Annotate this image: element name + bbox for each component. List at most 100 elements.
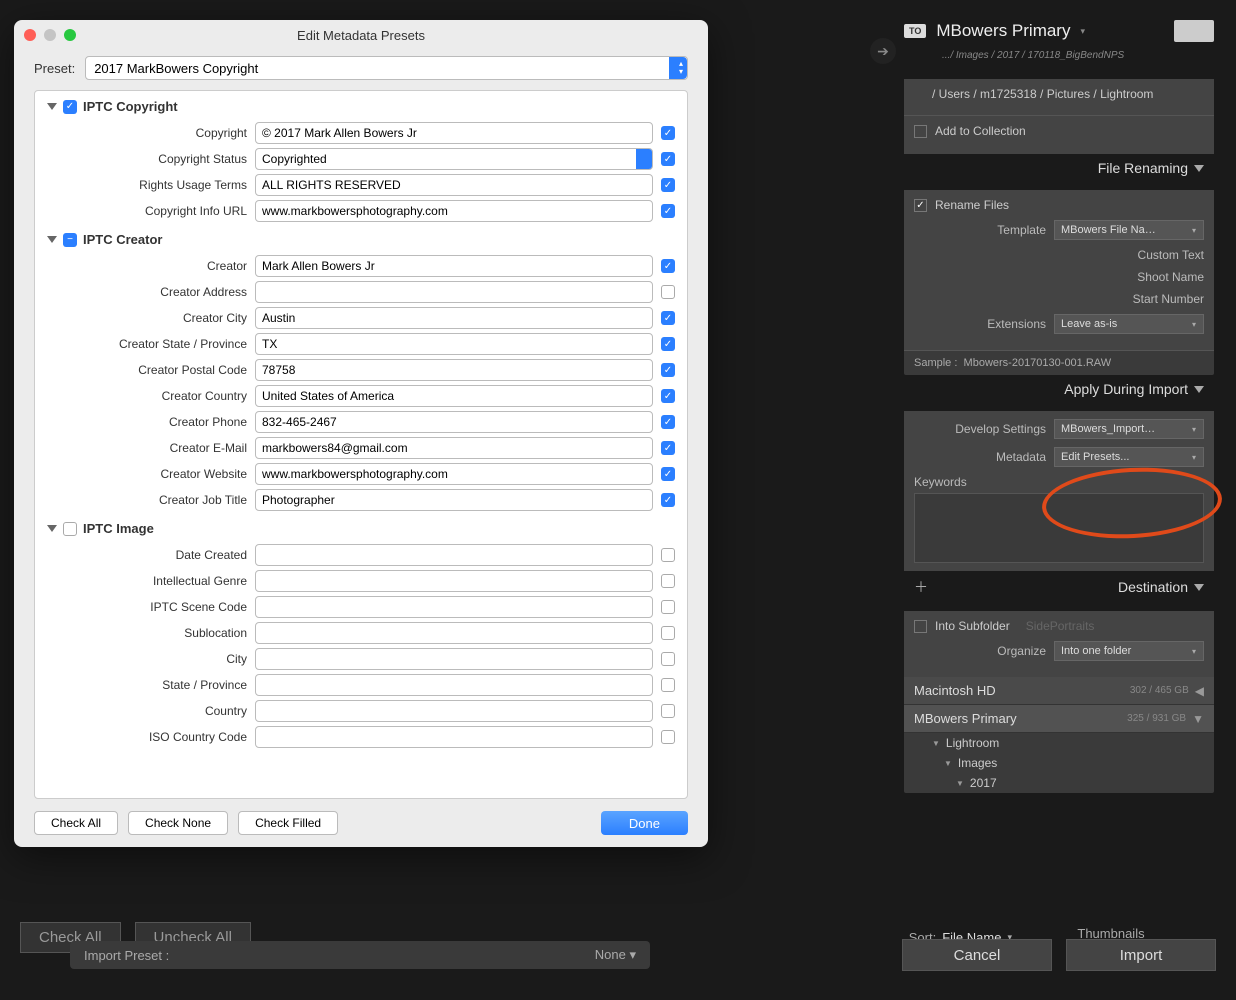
creator-postal-label: Creator Postal Code (47, 363, 247, 377)
section-checkbox-copyright[interactable]: ✓ (63, 100, 77, 114)
scene-code-input[interactable] (255, 596, 653, 618)
row-checkbox[interactable] (661, 730, 675, 744)
drive-row-macintosh[interactable]: Macintosh HD302 / 465 GB◀ (904, 677, 1214, 705)
creator-email-input[interactable] (255, 437, 653, 459)
creator-address-input[interactable] (255, 281, 653, 303)
row-checkbox[interactable] (661, 574, 675, 588)
arrow-indicator-icon: ➔ (870, 38, 896, 64)
destination-header[interactable]: ＋ Destination (904, 571, 1214, 603)
creator-country-label: Creator Country (47, 389, 247, 403)
city-input[interactable] (255, 648, 653, 670)
row-checkbox[interactable]: ✓ (661, 441, 675, 455)
row-checkbox[interactable]: ✓ (661, 311, 675, 325)
scene-code-label: IPTC Scene Code (47, 600, 247, 614)
check-all-button[interactable]: Check All (34, 811, 118, 835)
copyright-status-label: Copyright Status (47, 152, 247, 166)
row-checkbox[interactable] (661, 704, 675, 718)
check-filled-button[interactable]: Check Filled (238, 811, 338, 835)
row-checkbox[interactable]: ✓ (661, 337, 675, 351)
row-checkbox[interactable]: ✓ (661, 415, 675, 429)
metadata-dropdown[interactable]: Edit Presets... (1054, 447, 1204, 467)
copy-path: / Users / m1725318 / Pictures / Lightroo… (914, 87, 1204, 101)
row-checkbox[interactable]: ✓ (661, 178, 675, 192)
tree-item-2017[interactable]: ▼2017 (904, 773, 1214, 793)
row-checkbox[interactable]: ✓ (661, 467, 675, 481)
section-title-creator: IPTC Creator (83, 232, 162, 247)
sublocation-input[interactable] (255, 622, 653, 644)
row-checkbox[interactable]: ✓ (661, 363, 675, 377)
creator-address-label: Creator Address (47, 285, 247, 299)
file-renaming-header[interactable]: File Renaming (904, 154, 1214, 182)
row-checkbox[interactable] (661, 626, 675, 640)
row-checkbox[interactable]: ✓ (661, 126, 675, 140)
copyright-url-label: Copyright Info URL (47, 204, 247, 218)
row-checkbox[interactable] (661, 600, 675, 614)
creator-city-label: Creator City (47, 311, 247, 325)
row-checkbox[interactable]: ✓ (661, 259, 675, 273)
intellectual-genre-label: Intellectual Genre (47, 574, 247, 588)
drive-row-mbowers[interactable]: MBowers Primary325 / 931 GB▼ (904, 705, 1214, 733)
dropdown-icon[interactable]: ▾ (1080, 26, 1085, 37)
state-province-input[interactable] (255, 674, 653, 696)
intellectual-genre-input[interactable] (255, 570, 653, 592)
creator-website-input[interactable] (255, 463, 653, 485)
section-checkbox-image[interactable] (63, 522, 77, 536)
row-checkbox[interactable] (661, 652, 675, 666)
develop-settings-dropdown[interactable]: MBowers_Import… (1054, 419, 1204, 439)
cancel-button[interactable]: Cancel (902, 939, 1052, 971)
country-input[interactable] (255, 700, 653, 722)
tree-item-lightroom[interactable]: ▼Lightroom (904, 733, 1214, 753)
preset-select[interactable]: 2017 MarkBowers Copyright ▴▾ (85, 56, 688, 80)
keywords-input[interactable] (914, 493, 1204, 563)
creator-country-input[interactable] (255, 385, 653, 407)
disk-icon (1174, 20, 1214, 42)
iso-country-label: ISO Country Code (47, 730, 247, 744)
creator-phone-input[interactable] (255, 411, 653, 433)
plus-icon[interactable]: ＋ (914, 577, 928, 597)
disclosure-icon[interactable] (47, 525, 57, 532)
check-none-button[interactable]: Check None (128, 811, 228, 835)
destination-name[interactable]: MBowers Primary (936, 21, 1070, 41)
metadata-label: Metadata (996, 450, 1046, 464)
extensions-dropdown[interactable]: Leave as-is (1054, 314, 1204, 334)
add-collection-label: Add to Collection (935, 124, 1026, 138)
add-collection-checkbox[interactable] (914, 125, 927, 138)
section-title-image: IPTC Image (83, 521, 154, 536)
extensions-label: Extensions (987, 317, 1046, 331)
subfolder-value: SidePortraits (1026, 619, 1095, 633)
creator-input[interactable] (255, 255, 653, 277)
preset-label: Preset: (34, 61, 75, 76)
date-created-input[interactable] (255, 544, 653, 566)
creator-postal-input[interactable] (255, 359, 653, 381)
organize-dropdown[interactable]: Into one folder (1054, 641, 1204, 661)
row-checkbox[interactable] (661, 285, 675, 299)
apply-during-import-header[interactable]: Apply During Import (904, 375, 1214, 403)
rights-usage-input[interactable] (255, 174, 653, 196)
iso-country-input[interactable] (255, 726, 653, 748)
rename-files-checkbox[interactable] (914, 199, 927, 212)
tree-item-images[interactable]: ▼Images (904, 753, 1214, 773)
creator-city-input[interactable] (255, 307, 653, 329)
row-checkbox[interactable]: ✓ (661, 152, 675, 166)
import-button[interactable]: Import (1066, 939, 1216, 971)
done-button[interactable]: Done (601, 811, 688, 835)
disclosure-icon[interactable] (47, 103, 57, 110)
creator-state-input[interactable] (255, 333, 653, 355)
to-badge: TO (904, 24, 926, 38)
import-preset-dropdown[interactable]: Import Preset : None ▾ (70, 941, 650, 969)
into-subfolder-checkbox[interactable] (914, 620, 927, 633)
row-checkbox[interactable] (661, 548, 675, 562)
copyright-url-input[interactable] (255, 200, 653, 222)
section-checkbox-creator[interactable]: − (63, 233, 77, 247)
creator-job-input[interactable] (255, 489, 653, 511)
copyright-input[interactable] (255, 122, 653, 144)
row-checkbox[interactable]: ✓ (661, 493, 675, 507)
country-label: Country (47, 704, 247, 718)
template-dropdown[interactable]: MBowers File Na… (1054, 220, 1204, 240)
row-checkbox[interactable]: ✓ (661, 389, 675, 403)
row-checkbox[interactable]: ✓ (661, 204, 675, 218)
row-checkbox[interactable] (661, 678, 675, 692)
rights-usage-label: Rights Usage Terms (47, 178, 247, 192)
disclosure-icon[interactable] (47, 236, 57, 243)
copyright-status-select[interactable]: Copyrighted (255, 148, 653, 170)
